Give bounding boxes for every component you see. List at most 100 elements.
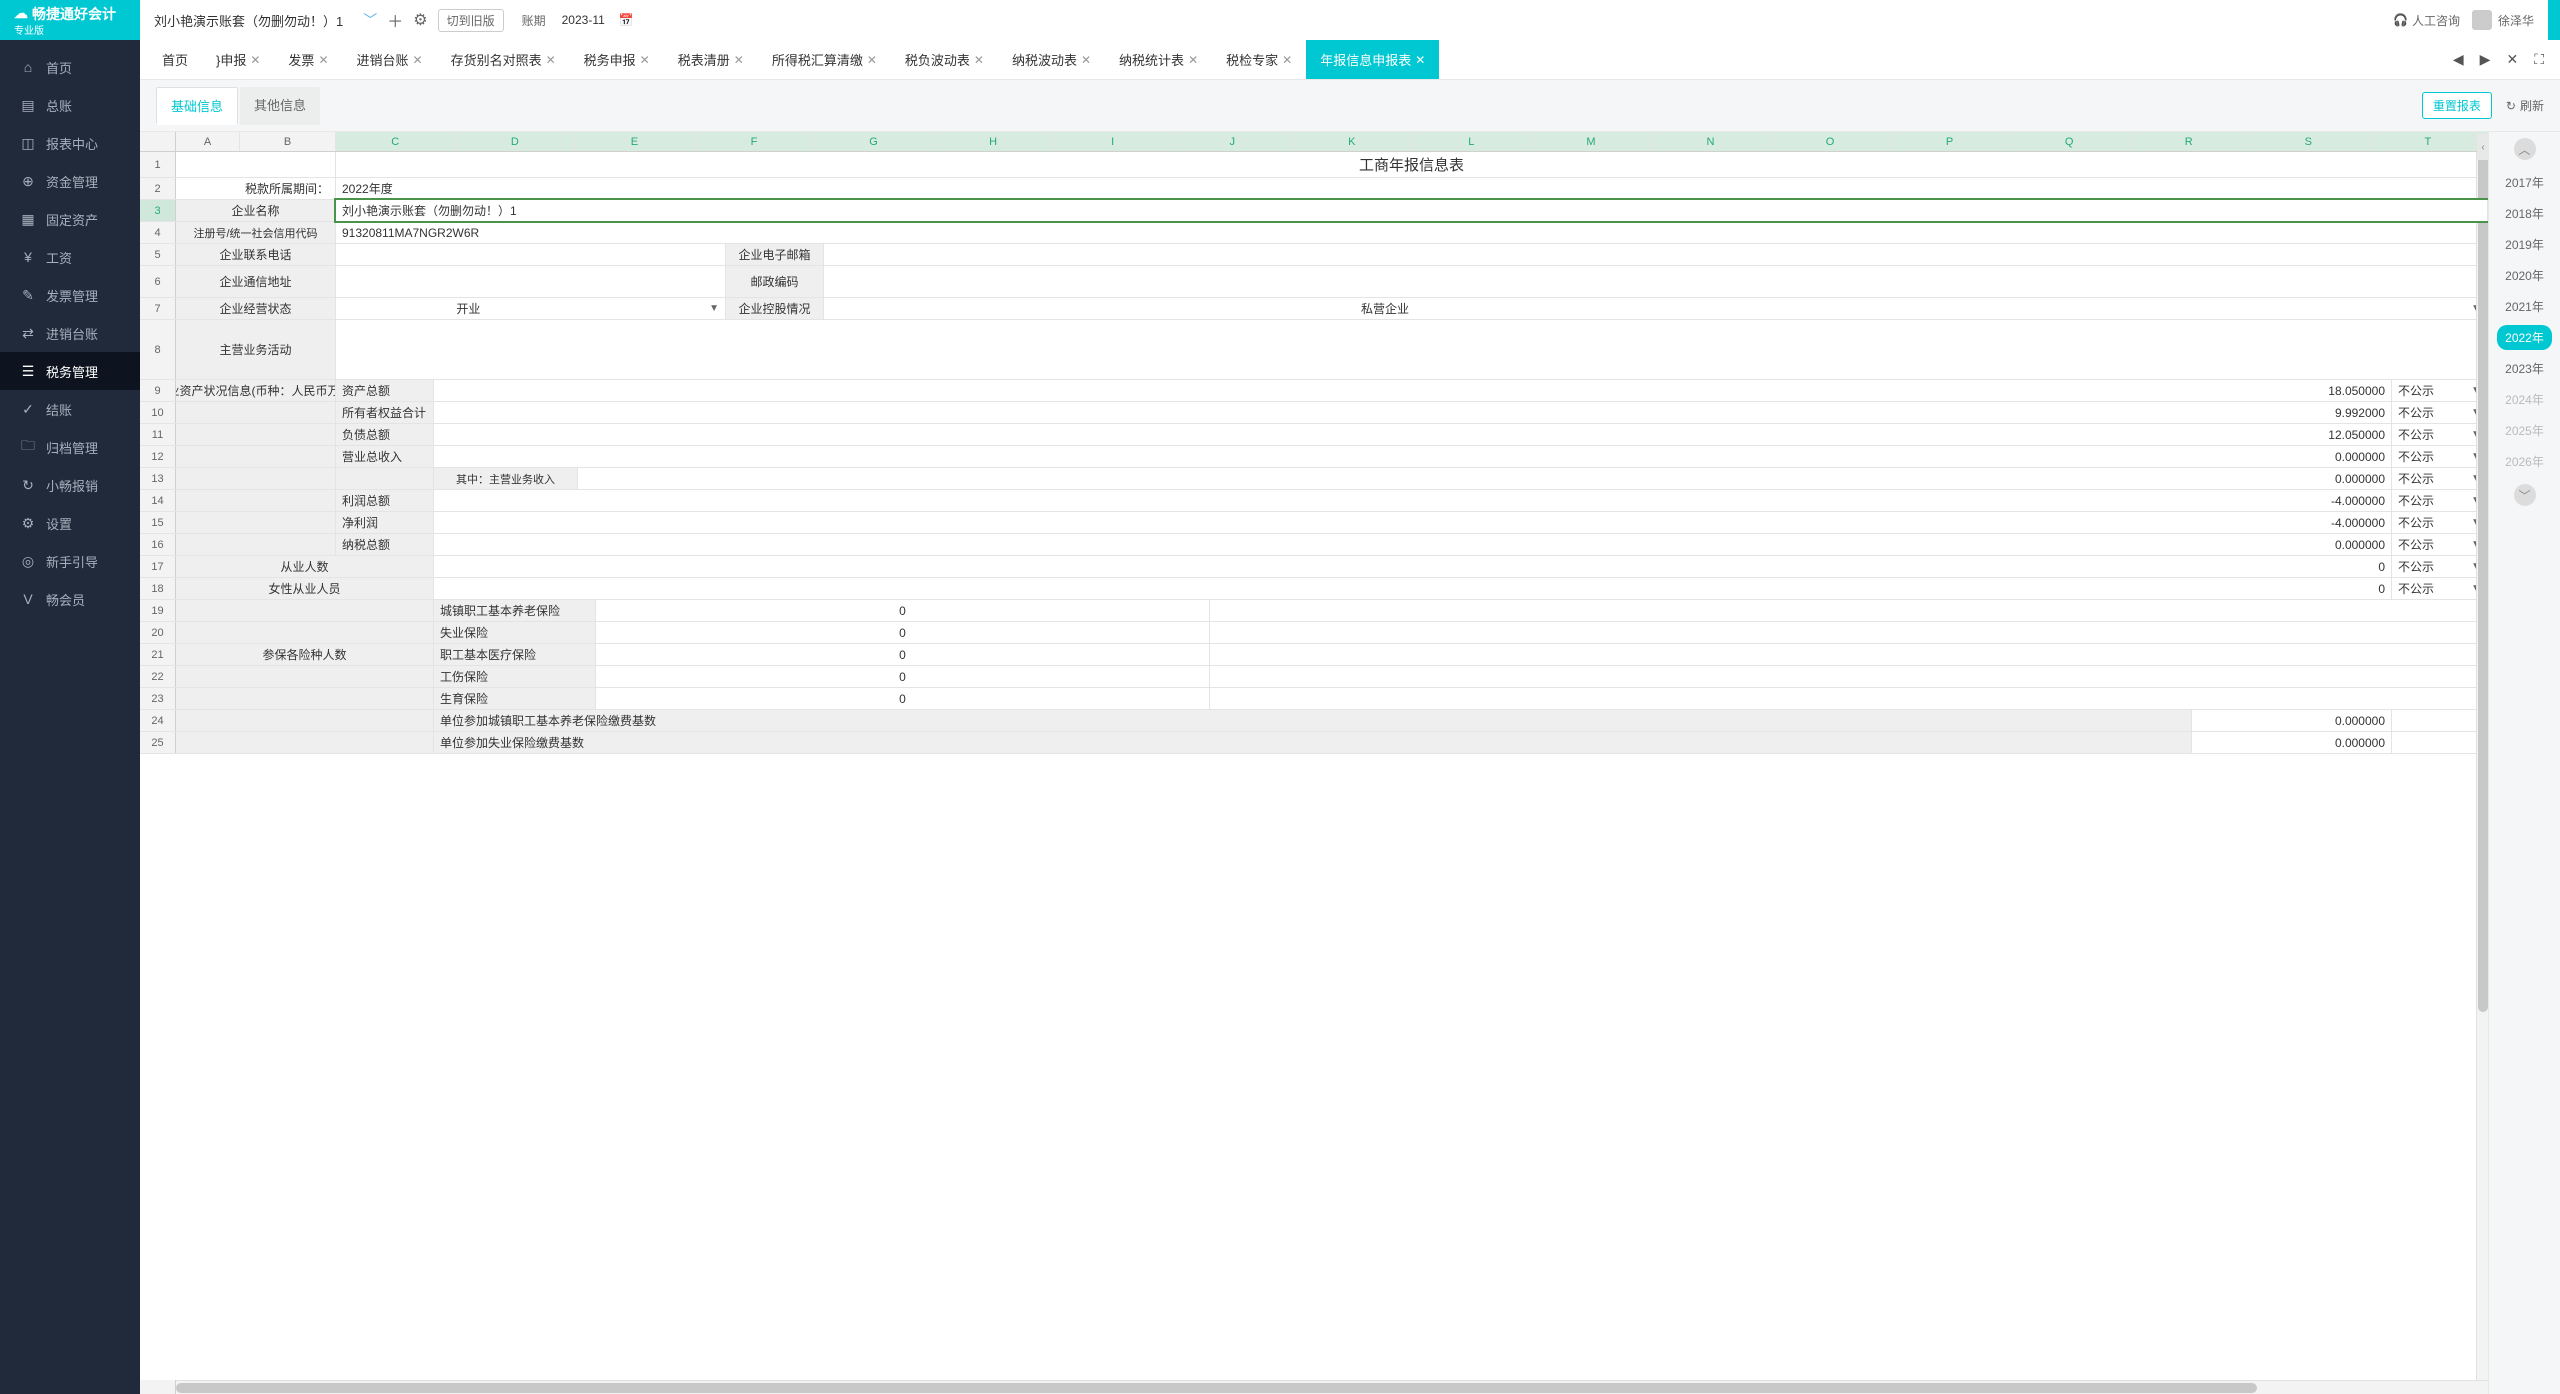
tab-close-icon[interactable]: ✕ [640, 53, 650, 67]
year-item[interactable]: 2022年 [2497, 325, 2552, 350]
business-status-dropdown[interactable]: 开业▼ [336, 298, 726, 319]
publish-dropdown[interactable]: 不公示▼ [2392, 402, 2488, 423]
row-number[interactable]: 3 [140, 200, 176, 221]
publish-dropdown[interactable]: 不公示▼ [2392, 512, 2488, 533]
column-header[interactable]: P [1890, 132, 2010, 151]
tabs-fullscreen-button[interactable]: ⛶ [2530, 51, 2548, 68]
publish-dropdown[interactable]: 不公示▼ [2392, 490, 2488, 511]
cell-value[interactable]: 12.050000 [434, 424, 2392, 445]
cell[interactable] [176, 152, 336, 177]
cell-value[interactable]: 0 [596, 688, 1210, 709]
refresh-button[interactable]: ↻刷新 [2506, 97, 2544, 114]
tab-close-icon[interactable]: ✕ [974, 53, 984, 67]
cell-value[interactable]: 0.000000 [434, 534, 2392, 555]
column-header[interactable]: J [1173, 132, 1293, 151]
tabs-prev-button[interactable]: ◀ [2449, 51, 2468, 68]
column-header[interactable]: Q [2010, 132, 2130, 151]
cell[interactable] [2392, 732, 2488, 753]
row-number[interactable]: 11 [140, 424, 176, 445]
cell-value[interactable]: 9.992000 [434, 402, 2392, 423]
cell-value[interactable] [336, 320, 2488, 379]
tab[interactable]: 存货别名对照表✕ [437, 40, 570, 79]
tab-close-icon[interactable]: ✕ [546, 53, 556, 67]
year-item[interactable]: 2025年 [2497, 418, 2552, 443]
year-item[interactable]: 2020年 [2497, 263, 2552, 288]
cell-value[interactable]: 0 [434, 556, 2392, 577]
publish-dropdown[interactable]: 不公示▼ [2392, 446, 2488, 467]
column-header[interactable]: R [2129, 132, 2249, 151]
year-item[interactable]: 2019年 [2497, 232, 2552, 257]
row-number[interactable]: 7 [140, 298, 176, 319]
cell-value[interactable]: -4.000000 [434, 512, 2392, 533]
tab-close-icon[interactable]: ✕ [318, 53, 328, 67]
column-header[interactable]: G [814, 132, 934, 151]
column-header[interactable]: M [1532, 132, 1652, 151]
row-number[interactable]: 18 [140, 578, 176, 599]
tab[interactable]: 税负波动表✕ [891, 40, 998, 79]
tab[interactable]: 首页 [148, 40, 202, 79]
tab[interactable]: 发票✕ [274, 40, 342, 79]
row-number[interactable]: 16 [140, 534, 176, 555]
account-selector[interactable]: 刘小艳演示账套（勿删勿动！）1 [154, 11, 343, 30]
tab-close-icon[interactable]: ✕ [1282, 53, 1292, 67]
tabs-next-button[interactable]: ▶ [2476, 51, 2495, 68]
year-item[interactable]: 2017年 [2497, 170, 2552, 195]
cell[interactable] [2392, 710, 2488, 731]
column-header[interactable]: C [336, 132, 456, 151]
row-number[interactable]: 20 [140, 622, 176, 643]
tab[interactable]: 税务申报✕ [570, 40, 664, 79]
column-header[interactable]: D [456, 132, 576, 151]
cell[interactable] [1210, 622, 2488, 643]
year-item[interactable]: 2021年 [2497, 294, 2552, 319]
sidebar-item[interactable]: ⊕资金管理 [0, 162, 140, 200]
cell-value[interactable]: 0 [596, 622, 1210, 643]
publish-dropdown[interactable]: 不公示▼ [2392, 556, 2488, 577]
cell-value[interactable]: 2022年度 [336, 178, 2488, 199]
row-number[interactable]: 14 [140, 490, 176, 511]
sidebar-item[interactable]: ⇄进销台账 [0, 314, 140, 352]
switch-old-version-button[interactable]: 切到旧版 [438, 9, 504, 32]
column-header[interactable]: N [1651, 132, 1771, 151]
cell-value[interactable]: 0.000000 [578, 468, 2392, 489]
row-number[interactable]: 10 [140, 402, 176, 423]
column-header[interactable]: H [934, 132, 1054, 151]
row-number[interactable]: 5 [140, 244, 176, 265]
year-scroll-up-button[interactable]: ︿ [2514, 138, 2536, 160]
column-header[interactable]: I [1053, 132, 1173, 151]
tab[interactable]: 纳税波动表✕ [998, 40, 1105, 79]
cell[interactable] [1210, 666, 2488, 687]
tab-close-icon[interactable]: ✕ [250, 53, 260, 67]
row-number[interactable]: 13 [140, 468, 176, 489]
tab[interactable]: 税检专家✕ [1212, 40, 1306, 79]
sidebar-item[interactable]: ✓结账 [0, 390, 140, 428]
column-header[interactable]: S [2249, 132, 2369, 151]
vertical-scrollbar[interactable] [2476, 152, 2488, 1380]
cell-value[interactable]: 0.000000 [2192, 732, 2392, 753]
column-header[interactable]: K [1293, 132, 1413, 151]
cell-value[interactable]: 18.050000 [434, 380, 2392, 401]
row-number[interactable]: 6 [140, 266, 176, 297]
tab[interactable]: 年报信息申报表✕ [1306, 40, 1439, 79]
row-number[interactable]: 2 [140, 178, 176, 199]
tab-close-icon[interactable]: ✕ [1081, 53, 1091, 67]
column-header[interactable]: T [2369, 132, 2489, 151]
row-number[interactable]: 8 [140, 320, 176, 379]
holding-type-dropdown[interactable]: 私营企业▼ [824, 298, 2488, 319]
sidebar-item[interactable]: ¥工资 [0, 238, 140, 276]
row-number[interactable]: 19 [140, 600, 176, 621]
row-number[interactable]: 21 [140, 644, 176, 665]
sidebar-item[interactable]: ◎新手引导 [0, 542, 140, 580]
row-number[interactable]: 22 [140, 666, 176, 687]
year-scroll-down-button[interactable]: ﹀ [2514, 484, 2536, 506]
sheet-body[interactable]: 1工商年报信息表2税款所属期间：2022年度3企业名称刘小艳演示账套（勿删勿动！… [140, 152, 2488, 1380]
cell[interactable] [1210, 688, 2488, 709]
year-item[interactable]: 2024年 [2497, 387, 2552, 412]
tab-close-icon[interactable]: ✕ [867, 53, 877, 67]
account-settings-icon[interactable]: ⚙ [413, 10, 427, 30]
cell[interactable] [1210, 644, 2488, 665]
sidebar-item[interactable]: ▦固定资产 [0, 200, 140, 238]
tab[interactable]: 进销台账✕ [343, 40, 437, 79]
tab-close-icon[interactable]: ✕ [413, 53, 423, 67]
cell-value[interactable]: 91320811MA7NGR2W6R [336, 222, 2488, 243]
cell-value[interactable]: -4.000000 [434, 490, 2392, 511]
